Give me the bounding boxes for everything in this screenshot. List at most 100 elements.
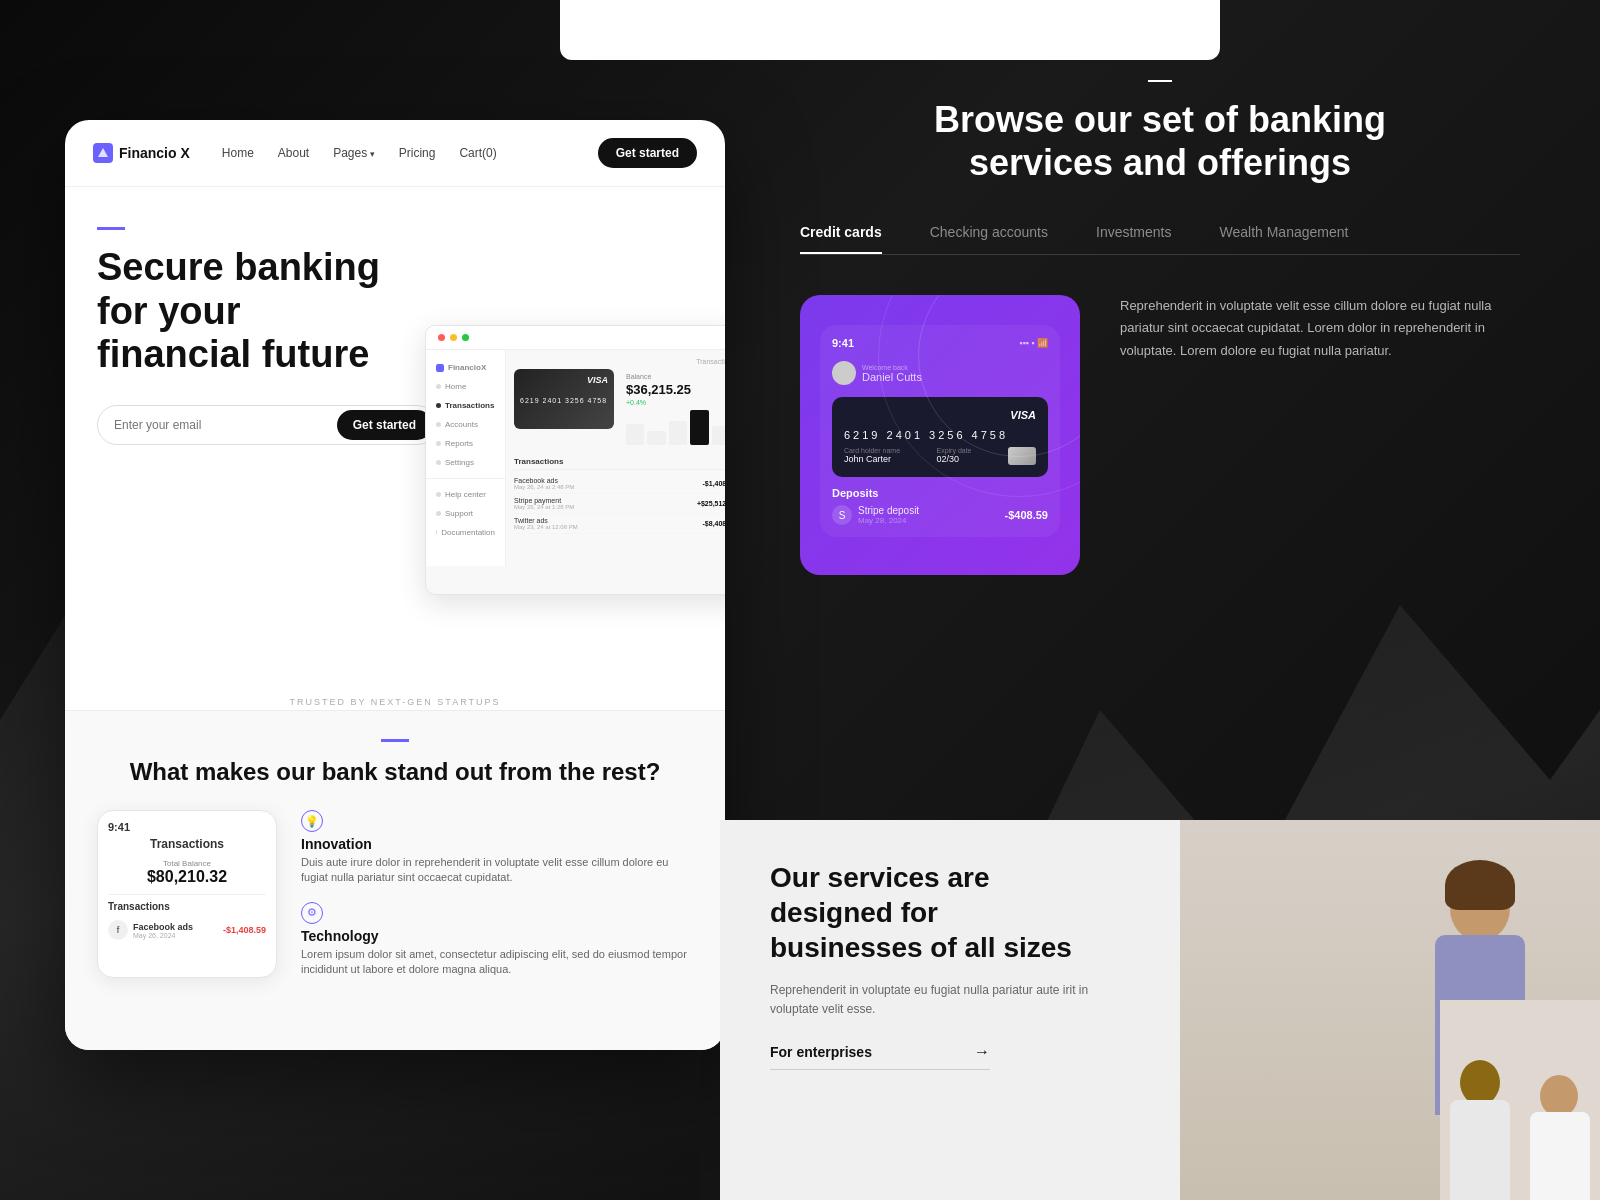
dash-tx-label: Transactions bbox=[514, 358, 725, 365]
dash-balance-box: Balance $36,215.25 +0.4% bbox=[620, 369, 725, 449]
email-input[interactable] bbox=[114, 418, 337, 432]
dash-nav-support[interactable]: Support bbox=[426, 504, 505, 523]
bottom-title: What makes our bank stand out from the r… bbox=[97, 758, 693, 786]
dash-nav-settings[interactable]: Settings bbox=[426, 453, 505, 472]
phone-transactions-title: Transactions bbox=[108, 837, 266, 851]
hero-accent-line bbox=[97, 227, 125, 230]
phone-tx-left: f Facebook ads May 26, 2024 bbox=[108, 920, 193, 940]
second-person-group bbox=[1440, 1000, 1600, 1200]
phone-ui: 9:41 ▪▪▪ ▪ 📶 Welcome back Daniel Cutts V… bbox=[820, 325, 1060, 537]
technology-desc: Lorem ipsum dolor sit amet, consectetur … bbox=[301, 947, 693, 978]
expiry-label: Expiry date bbox=[937, 447, 972, 454]
fb-icon: f bbox=[108, 920, 128, 940]
dash-tx-row-1: Facebook ads May 26, 24 at 2:48 PM -$1,4… bbox=[514, 474, 725, 494]
user-name: Daniel Cutts bbox=[862, 371, 922, 383]
enterprises-text: Our services aredesigned forbusinesses o… bbox=[720, 820, 1180, 1200]
innovation-title: Innovation bbox=[301, 836, 693, 852]
banking-header: Browse our set of banking services and o… bbox=[800, 80, 1520, 184]
card-visa-label: VISA bbox=[844, 409, 1036, 421]
nav-about[interactable]: About bbox=[278, 146, 309, 160]
phone-mockup-small: 9:41 Transactions Total Balance $80,210.… bbox=[97, 810, 277, 978]
dash-balance-change: +0.4% bbox=[626, 399, 725, 406]
feature-technology: ⚙ Technology Lorem ipsum dolor sit amet,… bbox=[301, 902, 693, 978]
svg-marker-0 bbox=[98, 148, 108, 157]
logo[interactable]: Financio X bbox=[93, 143, 190, 163]
dash-nav-transactions[interactable]: Transactions bbox=[426, 396, 505, 415]
dash-balance-label: Balance bbox=[626, 373, 725, 380]
tab-investments[interactable]: Investments bbox=[1096, 224, 1171, 254]
top-banner bbox=[560, 0, 1220, 60]
dash-nav-reports[interactable]: Reports bbox=[426, 434, 505, 453]
window-dot-green bbox=[462, 334, 469, 341]
dash-tx-date-3: May 23, 24 at 12:08 PM bbox=[514, 524, 578, 530]
dash-tx-name-1: Facebook ads bbox=[514, 477, 574, 484]
dash-tx-date-2: May 26, 24 at 1:28 PM bbox=[514, 504, 574, 510]
nav-cart[interactable]: Cart(0) bbox=[459, 146, 496, 160]
bottom-section: What makes our bank stand out from the r… bbox=[65, 710, 725, 1050]
chip-icon bbox=[1008, 447, 1036, 465]
phone-balance-val: $80,210.32 bbox=[108, 868, 266, 886]
window-dot-red bbox=[438, 334, 445, 341]
dash-tx-name-2: Stripe payment bbox=[514, 497, 574, 504]
dash-nav-docs[interactable]: Documentation bbox=[426, 523, 505, 542]
nav-pricing[interactable]: Pricing bbox=[399, 146, 436, 160]
tab-checking-accounts[interactable]: Checking accounts bbox=[930, 224, 1048, 254]
window-dot-yellow bbox=[450, 334, 457, 341]
bottom-content: 9:41 Transactions Total Balance $80,210.… bbox=[97, 810, 693, 978]
banking-description: Reprehenderit in voluptate velit esse ci… bbox=[1120, 295, 1520, 361]
dash-tx-row-2: Stripe payment May 26, 24 at 1:28 PM +$2… bbox=[514, 494, 725, 514]
deposit-row: S Stripe deposit May 28, 2024 -$408.59 bbox=[832, 505, 1048, 525]
dash-nav-home[interactable]: Home bbox=[426, 377, 505, 396]
dash-tx-name-3: Twitter ads bbox=[514, 517, 578, 524]
person-3 bbox=[1530, 1070, 1590, 1200]
dash-card-number: 6219 2401 3256 4758 bbox=[520, 397, 608, 404]
phone-tx-title: Transactions bbox=[108, 894, 266, 912]
tab-wealth-management[interactable]: Wealth Management bbox=[1219, 224, 1348, 254]
email-form: Get started bbox=[97, 405, 437, 445]
enterprises-tagline: Our services aredesigned forbusinesses o… bbox=[770, 860, 1130, 965]
for-enterprises-link[interactable]: For enterprises → bbox=[770, 1043, 990, 1070]
dash-nav-help[interactable]: Help center bbox=[426, 485, 505, 504]
banking-content: 9:41 ▪▪▪ ▪ 📶 Welcome back Daniel Cutts V… bbox=[800, 295, 1520, 575]
nav-pages[interactable]: Pages bbox=[333, 146, 375, 160]
tab-credit-cards[interactable]: Credit cards bbox=[800, 224, 882, 254]
card-holder-name: John Carter bbox=[844, 454, 900, 464]
form-cta-button[interactable]: Get started bbox=[337, 410, 432, 440]
deposit-left: S Stripe deposit May 28, 2024 bbox=[832, 505, 919, 525]
banking-tabs: Credit cards Checking accounts Investmen… bbox=[800, 224, 1520, 255]
main-card: Financio X Home About Pages Pricing Cart… bbox=[65, 120, 725, 1050]
deposit-name: Stripe deposit bbox=[858, 505, 919, 516]
dash-logo: FinancioX bbox=[426, 358, 505, 377]
expiry-value: 02/30 bbox=[937, 454, 972, 464]
phone-time: 9:41 bbox=[108, 821, 266, 833]
dash-tx-row-3: Twitter ads May 23, 24 at 12:08 PM -$8,4… bbox=[514, 514, 725, 534]
technology-title: Technology bbox=[301, 928, 693, 944]
nav-home[interactable]: Home bbox=[222, 146, 254, 160]
user-avatar bbox=[832, 361, 856, 385]
banking-services: Browse our set of banking services and o… bbox=[720, 80, 1600, 575]
phone-ui-card: VISA 6219 2401 3256 4758 Card holder nam… bbox=[832, 397, 1048, 477]
dash-credit-card: VISA 6219 2401 3256 4758 bbox=[514, 369, 614, 429]
logo-text: Financio X bbox=[119, 145, 190, 161]
card-number: 6219 2401 3256 4758 bbox=[844, 429, 1036, 441]
welcome-text: Welcome back bbox=[862, 364, 922, 371]
dash-nav-accounts[interactable]: Accounts bbox=[426, 415, 505, 434]
banking-card-preview: 9:41 ▪▪▪ ▪ 📶 Welcome back Daniel Cutts V… bbox=[800, 295, 1080, 575]
navbar: Financio X Home About Pages Pricing Cart… bbox=[65, 120, 725, 187]
features-list: 💡 Innovation Duis aute irure dolor in re… bbox=[301, 810, 693, 978]
card-holder-label: Card holder name bbox=[844, 447, 900, 454]
innovation-icon: 💡 bbox=[301, 810, 323, 832]
enterprises-image bbox=[1180, 820, 1600, 1200]
deposit-amount: -$408.59 bbox=[1005, 509, 1048, 521]
phone-ui-time: 9:41 bbox=[832, 337, 854, 349]
enterprises-arrow: → bbox=[974, 1043, 990, 1061]
phone-tx-date: May 26, 2024 bbox=[133, 932, 193, 939]
phone-tx-name: Facebook ads bbox=[133, 922, 193, 932]
innovation-desc: Duis aute irure dolor in reprehenderit i… bbox=[301, 855, 693, 886]
phone-ui-header: 9:41 ▪▪▪ ▪ 📶 bbox=[832, 337, 1048, 349]
phone-ui-status: ▪▪▪ ▪ 📶 bbox=[1019, 338, 1048, 348]
bottom-accent-line bbox=[381, 739, 409, 742]
nav-cta-button[interactable]: Get started bbox=[598, 138, 697, 168]
dash-tx-date-1: May 26, 24 at 2:48 PM bbox=[514, 484, 574, 490]
dash-main: Transactions VISA 6219 2401 3256 4758 Ba… bbox=[506, 350, 725, 566]
